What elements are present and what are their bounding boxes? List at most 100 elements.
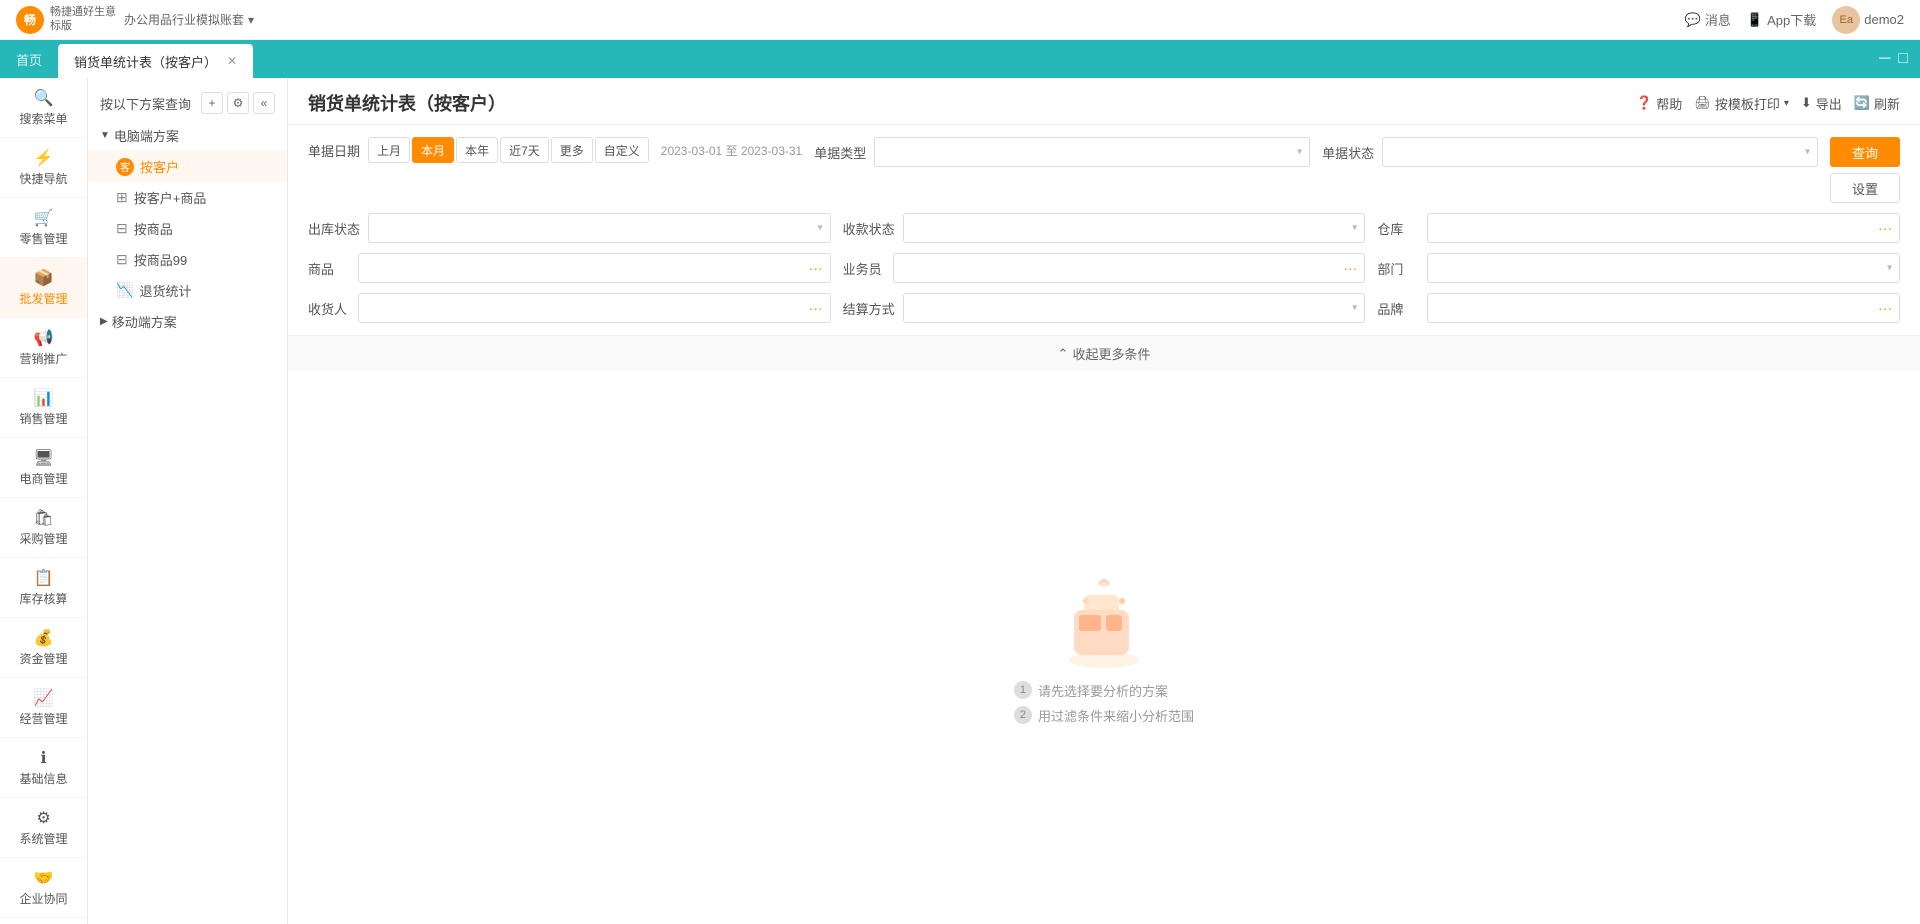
operations-icon: 📈 bbox=[4, 688, 83, 708]
filter-row-3: 商品 ··· 业务员 bbox=[308, 253, 1900, 283]
page-content: 按以下方案查询 + ⚙ « ▼ bbox=[88, 78, 1920, 924]
collapse-icon: « bbox=[261, 96, 268, 110]
logo-icon: 畅 bbox=[16, 6, 44, 34]
dept-label: 部门 bbox=[1377, 259, 1419, 278]
tab-close-icon[interactable]: ✕ bbox=[227, 54, 237, 68]
goods-select[interactable]: ··· bbox=[358, 253, 831, 283]
tab-home[interactable]: 首页 bbox=[0, 40, 58, 78]
settings-button[interactable]: 设置 bbox=[1830, 173, 1900, 203]
wholesale-icon: 📦 bbox=[4, 268, 83, 288]
brand-cell: 品牌 ··· bbox=[1377, 293, 1900, 323]
tab-maximize-icon[interactable]: □ bbox=[1898, 50, 1908, 68]
tab-sales-stat[interactable]: 销货单统计表（按客户） ✕ bbox=[58, 44, 253, 78]
scheme-item-by-goods99[interactable]: ⊟ 按商品99 bbox=[88, 244, 287, 275]
help-button[interactable]: ❓ 帮助 bbox=[1636, 94, 1682, 113]
export-label: 导出 bbox=[1816, 94, 1842, 113]
scheme-panel: 按以下方案查询 + ⚙ « ▼ bbox=[88, 78, 288, 924]
empty-state: 1 请先选择要分析的方案 2 用过滤条件来缩小分析范围 bbox=[288, 371, 1920, 924]
export-button[interactable]: ⬇ 导出 bbox=[1801, 94, 1842, 113]
sidebar-item-ecommerce[interactable]: 🖥 电商管理 bbox=[0, 438, 87, 498]
brand-ctrl: ··· bbox=[1427, 293, 1900, 323]
basic-info-icon: ℹ bbox=[4, 748, 83, 768]
brand-label: 品牌 bbox=[1377, 299, 1419, 318]
sidebar-item-label: 销售管理 bbox=[19, 412, 67, 426]
settlement-dropdown-icon: ▾ bbox=[1352, 303, 1357, 314]
scheme-category-desktop[interactable]: ▼ 电脑端方案 bbox=[88, 120, 287, 151]
warehouse-dots-icon: ··· bbox=[1878, 220, 1892, 236]
top-header: 畅 畅捷通好生意 标版 办公用品行业模拟账套 ▾ 💬 消息 📱 App下载 Ea… bbox=[0, 0, 1920, 40]
date-btn-last-month[interactable]: 上月 bbox=[368, 137, 410, 163]
sidebar-item-operations[interactable]: 📈 经营管理 bbox=[0, 678, 87, 738]
sidebar-item-search-menu[interactable]: 🔍 搜索菜单 bbox=[0, 78, 87, 138]
scheme-category-mobile[interactable]: ▶ 移动端方案 bbox=[88, 306, 287, 337]
collapse-row[interactable]: ⌃ 收起更多条件 bbox=[288, 335, 1920, 371]
salesperson-select[interactable]: ··· bbox=[893, 253, 1366, 283]
sidebar-item-marketing[interactable]: 📢 营销推广 bbox=[0, 318, 87, 378]
tab-minimize-icon[interactable]: ─ bbox=[1879, 50, 1890, 68]
sidebar-item-cooperation[interactable]: 🤝 企业协同 bbox=[0, 858, 87, 918]
receipt-status-select[interactable]: ▾ bbox=[903, 213, 1366, 243]
app-download-label: App下载 bbox=[1767, 10, 1816, 29]
hint2-text: 用过滤条件来缩小分析范围 bbox=[1038, 706, 1194, 725]
sidebar-item-basic-info[interactable]: ℹ 基础信息 bbox=[0, 738, 87, 798]
scheme-add-button[interactable]: + bbox=[201, 92, 223, 114]
scheme-item-by-customer-goods[interactable]: ⊞ 按客户+商品 bbox=[88, 182, 287, 213]
return-stat-icon: 📉 bbox=[116, 282, 133, 299]
user-area[interactable]: Ea demo2 bbox=[1832, 6, 1904, 34]
scheme-settings-button[interactable]: ⚙ bbox=[227, 92, 249, 114]
refresh-button[interactable]: 🔄 刷新 bbox=[1854, 94, 1900, 113]
quick-nav-icon: ⚡ bbox=[4, 148, 83, 168]
scheme-item-by-customer[interactable]: 客 按客户 bbox=[88, 151, 287, 182]
scheme-item-return-stat[interactable]: 📉 退货统计 bbox=[88, 275, 287, 306]
sidebar-item-quick-nav[interactable]: ⚡ 快捷导航 bbox=[0, 138, 87, 198]
sidebar-item-finance[interactable]: 💰 资金管理 bbox=[0, 618, 87, 678]
sidebar-item-sales[interactable]: 📊 销售管理 bbox=[0, 378, 87, 438]
goods-ctrl: ··· bbox=[358, 253, 831, 283]
breadcrumb-dropdown-icon[interactable]: ▾ bbox=[248, 13, 254, 27]
out-status-select[interactable]: ▾ bbox=[368, 213, 831, 243]
date-btn-this-year[interactable]: 本年 bbox=[456, 137, 498, 163]
sidebar-item-new-guide[interactable]: 🎯 新手引导 bbox=[0, 918, 87, 924]
recipient-select[interactable]: ··· bbox=[358, 293, 831, 323]
download-icon: 📱 bbox=[1747, 12, 1763, 28]
warehouse-select[interactable]: ··· bbox=[1427, 213, 1900, 243]
doc-status-select[interactable]: ▾ bbox=[1382, 137, 1818, 167]
sidebar-item-inventory[interactable]: 📋 库存核算 bbox=[0, 558, 87, 618]
dept-select[interactable]: ▾ bbox=[1427, 253, 1900, 283]
message-label: 消息 bbox=[1705, 10, 1731, 29]
out-status-dropdown-icon: ▾ bbox=[818, 223, 823, 234]
date-filter-label: 单据日期 bbox=[308, 141, 360, 160]
print-label: 按模板打印 bbox=[1715, 94, 1780, 113]
sidebar-item-wholesale[interactable]: 📦 批发管理 bbox=[0, 258, 87, 318]
sidebar-item-retail[interactable]: 🛒 零售管理 bbox=[0, 198, 87, 258]
date-btn-more[interactable]: 更多 bbox=[551, 137, 593, 163]
date-btn-last7[interactable]: 近7天 bbox=[500, 137, 549, 163]
sidebar-item-label: 电商管理 bbox=[19, 472, 67, 486]
ecommerce-icon: 🖥 bbox=[4, 448, 83, 468]
sidebar-item-label: 采购管理 bbox=[19, 532, 67, 546]
message-action[interactable]: 💬 消息 bbox=[1685, 10, 1731, 29]
title-actions: ❓ 帮助 🖨 按模板打印 ▾ ⬇ 导出 🔄 bbox=[1636, 94, 1900, 113]
settlement-select[interactable]: ▾ bbox=[903, 293, 1366, 323]
date-btn-custom[interactable]: 自定义 bbox=[595, 137, 649, 163]
hint1-text: 请先选择要分析的方案 bbox=[1038, 681, 1168, 700]
scheme-collapse-button[interactable]: « bbox=[253, 92, 275, 114]
dept-dropdown-icon: ▾ bbox=[1887, 263, 1892, 274]
sidebar-item-purchase[interactable]: 🛍 采购管理 bbox=[0, 498, 87, 558]
tab-bar-actions: ─ □ bbox=[1879, 50, 1920, 68]
query-button[interactable]: 查询 bbox=[1830, 137, 1900, 167]
goods-label: 商品 bbox=[308, 259, 350, 278]
doc-type-select[interactable]: ▾ bbox=[874, 137, 1310, 167]
tab-sales-stat-label: 销货单统计表（按客户） bbox=[74, 52, 217, 71]
sidebar-item-sys-mgmt[interactable]: ⚙ 系统管理 bbox=[0, 798, 87, 858]
app-download-action[interactable]: 📱 App下载 bbox=[1747, 10, 1816, 29]
recipient-cell: 收货人 ··· bbox=[308, 293, 831, 323]
doc-type-dropdown-icon: ▾ bbox=[1297, 147, 1302, 158]
date-btn-this-month[interactable]: 本月 bbox=[412, 137, 454, 163]
brand-select[interactable]: ··· bbox=[1427, 293, 1900, 323]
filter-section: 单据日期 上月 本月 本年 近7天 更多 自定义 2023-03-01 至 20… bbox=[288, 125, 1920, 371]
sidebar-item-label: 资金管理 bbox=[19, 652, 67, 666]
username-label: demo2 bbox=[1864, 12, 1904, 27]
scheme-item-by-goods[interactable]: ⊟ 按商品 bbox=[88, 213, 287, 244]
template-print-button[interactable]: 🖨 按模板打印 ▾ bbox=[1694, 94, 1789, 113]
